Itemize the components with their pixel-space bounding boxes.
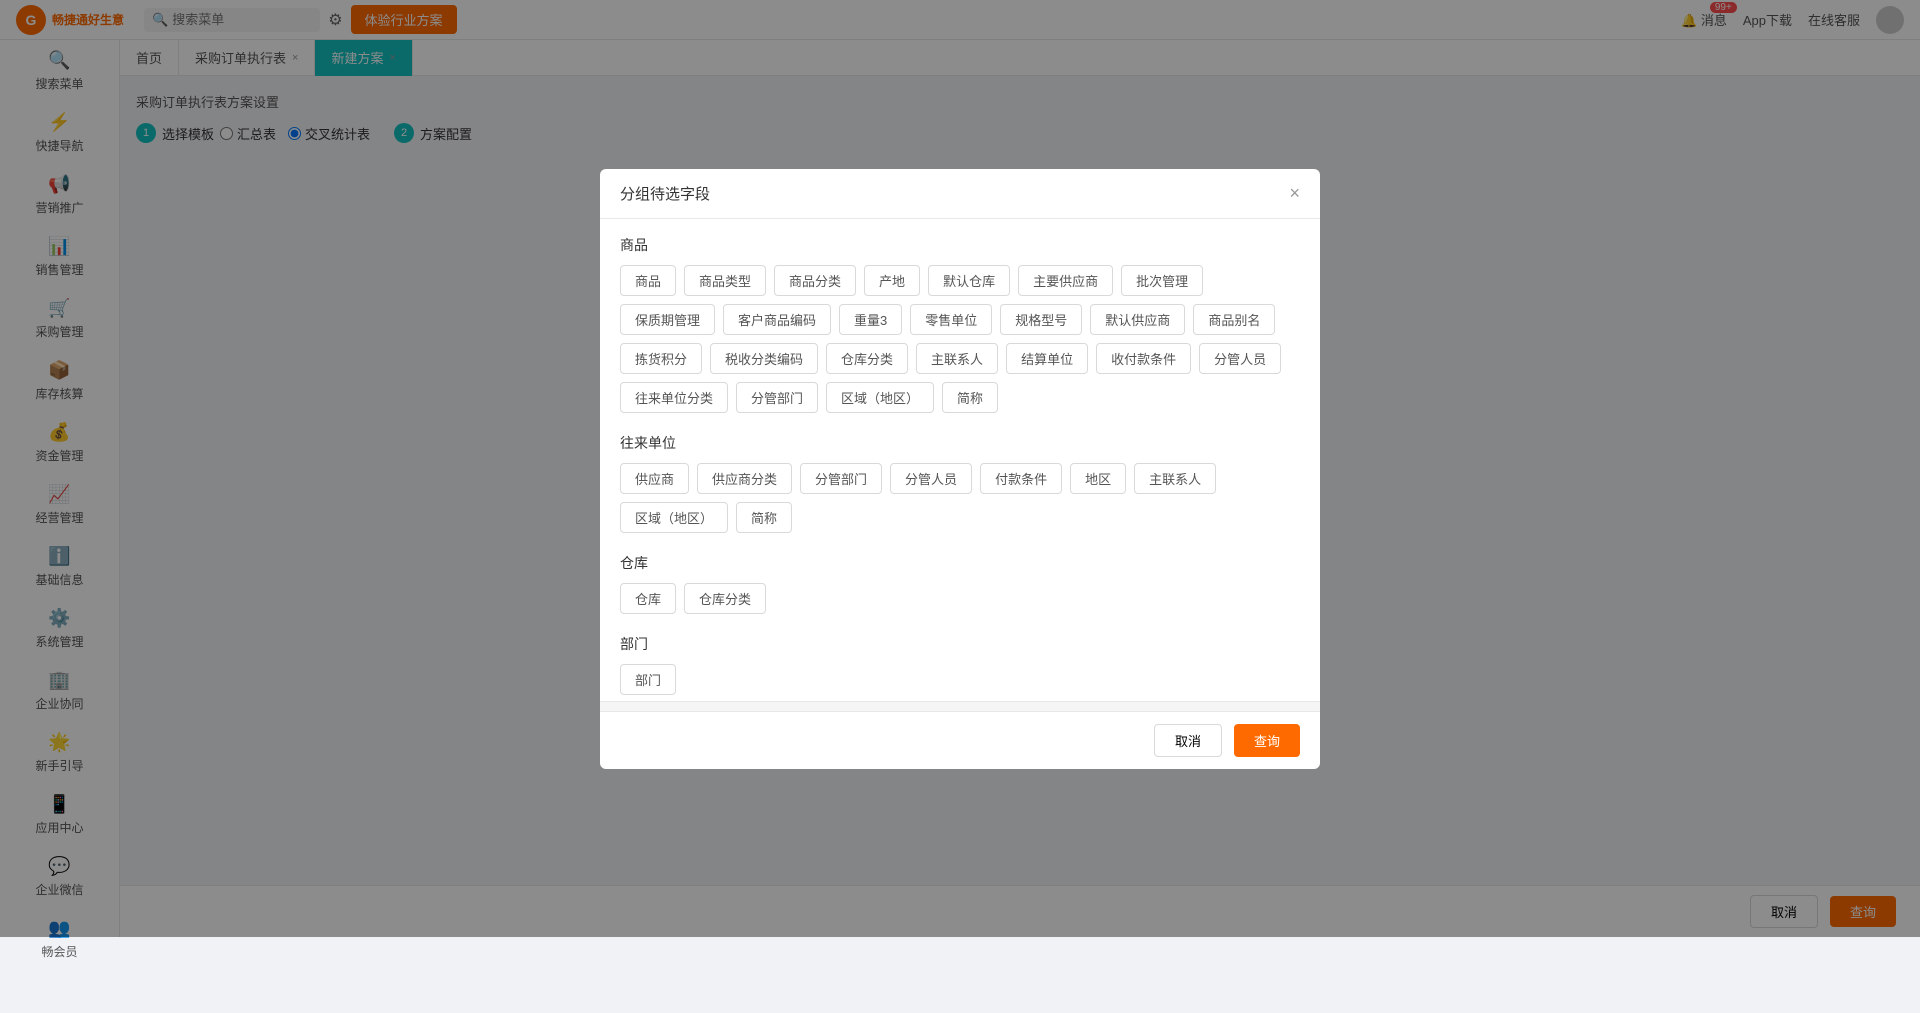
field-tag[interactable]: 分管部门 — [800, 463, 882, 494]
field-tag[interactable]: 分管人员 — [890, 463, 972, 494]
field-tag[interactable]: 商品 — [620, 265, 676, 296]
field-tag[interactable]: 保质期管理 — [620, 304, 715, 335]
modal-header: 分组待选字段 × — [600, 169, 1320, 219]
field-tag[interactable]: 分管人员 — [1199, 343, 1281, 374]
field-tag[interactable]: 批次管理 — [1121, 265, 1203, 296]
field-tag[interactable]: 主联系人 — [1134, 463, 1216, 494]
field-tag[interactable]: 默认仓库 — [928, 265, 1010, 296]
field-tag[interactable]: 结算单位 — [1006, 343, 1088, 374]
field-tag[interactable]: 商品类型 — [684, 265, 766, 296]
field-tag[interactable]: 规格型号 — [1000, 304, 1082, 335]
modal-cancel-button[interactable]: 取消 — [1154, 724, 1222, 757]
section-warehouse-tags: 仓库 仓库分类 — [620, 583, 1300, 614]
modal-confirm-button[interactable]: 查询 — [1234, 724, 1300, 757]
section-warehouse: 仓库 仓库 仓库分类 — [620, 553, 1300, 614]
section-counterpart: 往来单位 供应商 供应商分类 分管部门 分管人员 付款条件 地区 主联系人 区域… — [620, 433, 1300, 533]
field-tag[interactable]: 客户商品编码 — [723, 304, 831, 335]
modal-body: 商品 商品 商品类型 商品分类 产地 默认仓库 主要供应商 批次管理 保质期管理… — [600, 219, 1320, 701]
section-warehouse-title: 仓库 — [620, 553, 1300, 573]
section-counterpart-tags: 供应商 供应商分类 分管部门 分管人员 付款条件 地区 主联系人 区域（地区） … — [620, 463, 1300, 533]
field-tag[interactable]: 商品分类 — [774, 265, 856, 296]
modal-horizontal-scrollbar[interactable] — [600, 701, 1320, 711]
field-tag[interactable]: 重量3 — [839, 304, 902, 335]
modal-footer: 取消 查询 — [600, 711, 1320, 769]
field-tag[interactable]: 产地 — [864, 265, 920, 296]
field-tag[interactable]: 区域（地区） — [826, 382, 934, 413]
field-tag[interactable]: 往来单位分类 — [620, 382, 728, 413]
field-tag[interactable]: 简称 — [736, 502, 792, 533]
section-department-title: 部门 — [620, 634, 1300, 654]
field-tag[interactable]: 简称 — [942, 382, 998, 413]
field-tag[interactable]: 仓库 — [620, 583, 676, 614]
field-tag[interactable]: 供应商分类 — [697, 463, 792, 494]
section-department: 部门 部门 — [620, 634, 1300, 695]
field-tag[interactable]: 供应商 — [620, 463, 689, 494]
field-tag[interactable]: 主联系人 — [916, 343, 998, 374]
field-tag[interactable]: 零售单位 — [910, 304, 992, 335]
section-counterpart-title: 往来单位 — [620, 433, 1300, 453]
section-product-title: 商品 — [620, 235, 1300, 255]
modal-overlay: 分组待选字段 × 商品 商品 商品类型 商品分类 产地 默认仓库 主要供应商 批… — [0, 0, 1920, 937]
field-tag[interactable]: 部门 — [620, 664, 676, 695]
field-tag[interactable]: 付款条件 — [980, 463, 1062, 494]
field-tag[interactable]: 收付款条件 — [1096, 343, 1191, 374]
field-tag[interactable]: 分管部门 — [736, 382, 818, 413]
section-department-tags: 部门 — [620, 664, 1300, 695]
field-tag[interactable]: 商品别名 — [1193, 304, 1275, 335]
field-tag[interactable]: 拣货积分 — [620, 343, 702, 374]
field-tag[interactable]: 仓库分类 — [684, 583, 766, 614]
field-tag[interactable]: 仓库分类 — [826, 343, 908, 374]
field-tag[interactable]: 区域（地区） — [620, 502, 728, 533]
field-tag[interactable]: 默认供应商 — [1090, 304, 1185, 335]
modal: 分组待选字段 × 商品 商品 商品类型 商品分类 产地 默认仓库 主要供应商 批… — [600, 169, 1320, 769]
field-tag[interactable]: 主要供应商 — [1018, 265, 1113, 296]
field-tag[interactable]: 税收分类编码 — [710, 343, 818, 374]
modal-close-button[interactable]: × — [1289, 183, 1300, 204]
modal-title: 分组待选字段 — [620, 183, 710, 204]
section-product: 商品 商品 商品类型 商品分类 产地 默认仓库 主要供应商 批次管理 保质期管理… — [620, 235, 1300, 413]
field-tag[interactable]: 地区 — [1070, 463, 1126, 494]
section-product-tags: 商品 商品类型 商品分类 产地 默认仓库 主要供应商 批次管理 保质期管理 客户… — [620, 265, 1300, 413]
